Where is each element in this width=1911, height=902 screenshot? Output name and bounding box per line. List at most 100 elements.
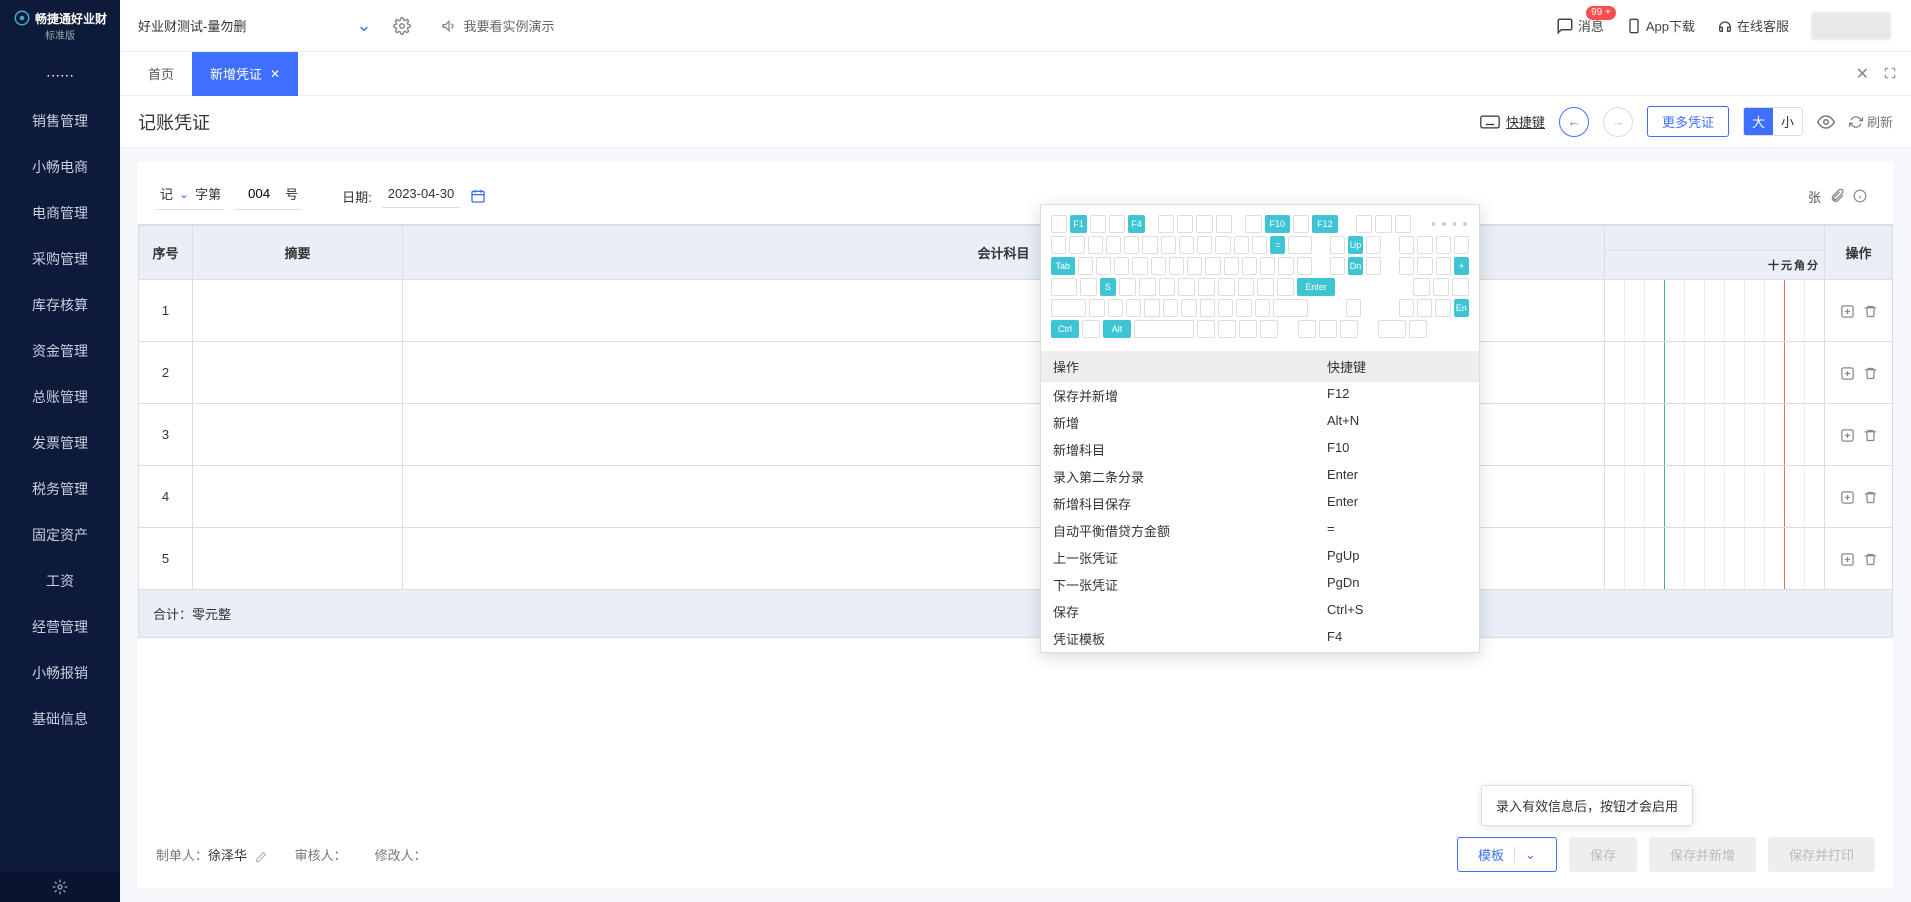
calendar-icon[interactable] (470, 188, 486, 205)
refresh-button[interactable]: 刷新 (1849, 112, 1893, 131)
sidebar-item[interactable]: 总账管理 (0, 374, 120, 420)
add-row-icon[interactable] (1840, 552, 1855, 567)
delete-row-icon[interactable] (1863, 304, 1878, 319)
user-avatar[interactable] (1811, 12, 1891, 40)
shortcut-row: 新增Alt+N (1041, 409, 1479, 436)
next-voucher-button[interactable]: → (1603, 107, 1633, 137)
shortcut-popup: F1F4 F10F12 = Up (1040, 204, 1480, 653)
row-summary[interactable] (193, 280, 403, 342)
col-summary: 摘要 (193, 226, 403, 280)
gear-icon (52, 879, 68, 895)
tab-home[interactable]: 首页 (130, 52, 192, 96)
tab-new-voucher[interactable]: 新增凭证 ✕ (192, 52, 298, 96)
col-seq: 序号 (139, 226, 193, 280)
size-toggle: 大 小 (1743, 107, 1803, 136)
sidebar-item[interactable]: 固定资产 (0, 512, 120, 558)
preview-icon[interactable] (1817, 113, 1835, 131)
chevron-down-icon: ⌄ (1514, 847, 1536, 863)
add-row-icon[interactable] (1840, 366, 1855, 381)
row-seq: 5 (139, 528, 193, 590)
message-badge: 99 + (1586, 6, 1616, 20)
add-row-icon[interactable] (1840, 304, 1855, 319)
delete-row-icon[interactable] (1863, 552, 1878, 567)
attachment-icon[interactable] (1829, 188, 1845, 204)
row-seq: 4 (139, 466, 193, 528)
date-label: 日期: (342, 187, 372, 206)
tab-close-icon[interactable]: ✕ (270, 67, 280, 81)
sidebar-item[interactable]: 发票管理 (0, 420, 120, 466)
keyboard-visual: F1F4 F10F12 = Up (1041, 205, 1479, 351)
date-value[interactable]: 2023-04-30 (382, 184, 461, 208)
size-big[interactable]: 大 (1744, 108, 1773, 135)
size-small[interactable]: 小 (1773, 108, 1802, 135)
sidebar-item[interactable]: 小畅电商 (0, 144, 120, 190)
demo-link[interactable]: 我要看实例演示 (441, 16, 554, 35)
prev-voucher-button[interactable]: ← (1559, 107, 1589, 137)
voucher-row: 5 (139, 528, 1893, 590)
add-row-icon[interactable] (1840, 428, 1855, 443)
shortcut-row: 上一张凭证PgUp (1041, 544, 1479, 571)
save-button: 保存 (1569, 837, 1637, 872)
row-amount[interactable] (1605, 342, 1825, 404)
phone-icon (1626, 18, 1642, 34)
row-amount[interactable] (1605, 528, 1825, 590)
sidebar-item[interactable]: 库存核算 (0, 282, 120, 328)
page-header: 记账凭证 快捷键 ← → 更多凭证 大 小 刷新 (120, 96, 1911, 148)
maker-label: 制单人：徐泽华 (156, 845, 267, 864)
add-row-icon[interactable] (1840, 490, 1855, 505)
sidebar-item[interactable]: 基础信息 (0, 696, 120, 742)
brand-icon (13, 9, 31, 27)
sidebar-item[interactable]: 采购管理 (0, 236, 120, 282)
sidebar-item[interactable]: 经营管理 (0, 604, 120, 650)
sidebar-item[interactable]: 小畅报销 (0, 650, 120, 696)
org-selector[interactable]: 好业财测试-量勿删 ⌄ (138, 15, 371, 36)
shortcut-row: 保存Ctrl+S (1041, 598, 1479, 625)
more-vouchers-button[interactable]: 更多凭证 (1647, 106, 1729, 137)
row-ops (1825, 404, 1893, 466)
shortcut-toggle[interactable]: 快捷键 (1480, 112, 1545, 131)
row-amount[interactable] (1605, 280, 1825, 342)
delete-row-icon[interactable] (1863, 490, 1878, 505)
row-amount[interactable] (1605, 466, 1825, 528)
sidebar-item-top[interactable]: ⋯⋯ (0, 52, 120, 98)
sidebar-item[interactable]: 电商管理 (0, 190, 120, 236)
settings-icon[interactable] (393, 17, 411, 35)
sidebar-item[interactable]: 资金管理 (0, 328, 120, 374)
voucher-type-select[interactable]: 记 ⌄ 字第 (156, 182, 225, 210)
col-debit (1605, 226, 1825, 251)
message-icon (1556, 17, 1574, 35)
app-download-button[interactable]: App下载 (1626, 16, 1695, 35)
customer-service-button[interactable]: 在线客服 (1717, 16, 1789, 35)
chevron-down-icon: ⌄ (356, 15, 371, 36)
info-icon[interactable] (1853, 189, 1867, 203)
row-summary[interactable] (193, 466, 403, 528)
row-ops (1825, 342, 1893, 404)
shortcut-row: 新增科目保存Enter (1041, 490, 1479, 517)
delete-row-icon[interactable] (1863, 428, 1878, 443)
modifier-label: 修改人： (375, 845, 427, 864)
template-button[interactable]: 模板⌄ (1457, 837, 1557, 872)
sidebar-item[interactable]: 工资 (0, 558, 120, 604)
keyboard-icon (1480, 115, 1500, 129)
sidebar-item[interactable]: 销售管理 (0, 98, 120, 144)
shortcut-row: 凭证模板F4 (1041, 625, 1479, 652)
fullscreen-icon[interactable] (1883, 65, 1897, 83)
sidebar-item[interactable]: 税务管理 (0, 466, 120, 512)
shortcut-row: 自动平衡借贷方金额= (1041, 517, 1479, 544)
shortcut-row: 下一张凭证PgDn (1041, 571, 1479, 598)
row-summary[interactable] (193, 528, 403, 590)
sidebar: ⋯⋯ 销售管理 小畅电商 电商管理 采购管理 库存核算 资金管理 总账管理 发票… (0, 52, 120, 902)
messages-button[interactable]: 消息 99 + (1556, 16, 1604, 35)
chevron-down-icon: ⌄ (179, 187, 189, 201)
edit-icon[interactable] (255, 851, 267, 863)
delete-row-icon[interactable] (1863, 366, 1878, 381)
close-all-icon[interactable]: ✕ (1856, 64, 1869, 84)
row-summary[interactable] (193, 404, 403, 466)
row-amount[interactable] (1605, 404, 1825, 466)
sidebar-settings[interactable] (0, 872, 120, 902)
row-summary[interactable] (193, 342, 403, 404)
voucher-number-input[interactable] (239, 186, 279, 201)
shortcut-row: 新增科目F10 (1041, 436, 1479, 463)
auditor-label: 审核人： (295, 845, 347, 864)
save-tooltip: 录入有效信息后，按钮才会启用 (1481, 785, 1693, 826)
